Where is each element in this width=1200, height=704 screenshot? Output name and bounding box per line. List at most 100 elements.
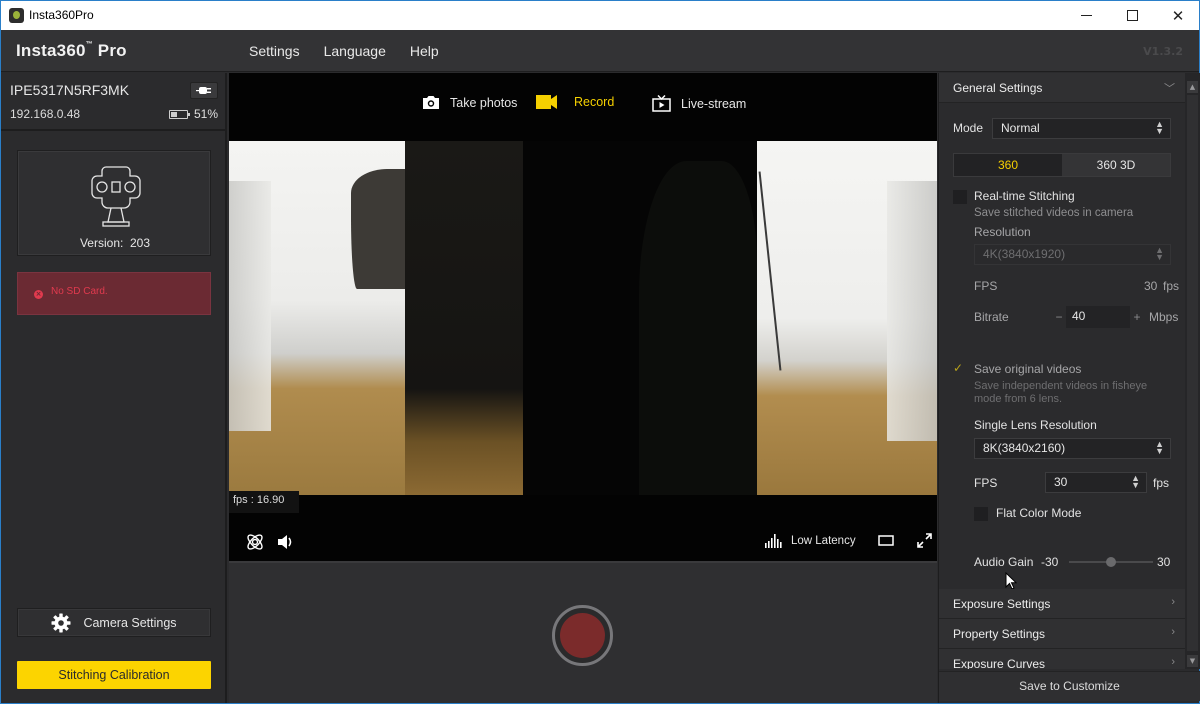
speaker-icon [278, 535, 292, 549]
settings-scrollbar[interactable]: ▲ ▼ [1185, 73, 1200, 669]
scrollbar-thumb[interactable] [1187, 95, 1198, 651]
app-version: V1.3.2 [1143, 45, 1183, 58]
flat-color-checkbox[interactable] [974, 507, 988, 521]
fps-value: 30 [1144, 279, 1158, 293]
sd-card-alert-text: No SD Card. [51, 286, 108, 297]
bitrate-input[interactable]: 40 [1066, 306, 1130, 328]
bitrate-decrement-button[interactable]: − [1052, 310, 1066, 324]
fps-readout: fps : 16.90 [229, 491, 299, 513]
audio-gain-slider-handle[interactable] [1106, 557, 1116, 567]
device-sidebar: IPE5317N5RF3MK 192.168.0.48 51% Version:… [1, 73, 227, 703]
video-mid-segment [405, 141, 523, 495]
resolution-value: 4K(3840x1920) [983, 247, 1066, 261]
close-button[interactable]: ✕ [1155, 1, 1200, 30]
preview-controls-left [245, 532, 295, 552]
save-original-label: Save original videos [974, 362, 1082, 376]
fps-label: FPS [974, 279, 998, 293]
disconnect-button[interactable] [190, 82, 218, 99]
exposure-settings-header[interactable]: Exposure Settings › [939, 589, 1185, 619]
single-lens-resolution-select[interactable]: 8K(3840x2160) ▲ ▼ [974, 438, 1171, 459]
chevron-right-icon: › [1171, 626, 1175, 638]
video-figure-shape [639, 161, 757, 495]
stitching-calibration-button[interactable]: Stitching Calibration [17, 661, 211, 689]
fullscreen-button[interactable] [916, 532, 933, 549]
save-original-desc-2: mode from 6 lens. [974, 393, 1063, 405]
low-latency-toggle[interactable] [765, 533, 783, 548]
lens-fps-select[interactable]: 30 ▲ ▼ [1045, 472, 1147, 493]
maximize-icon [1126, 10, 1138, 21]
preview-area: Take photos Record Live-stream fps: 16.… [229, 73, 937, 703]
rectangle-icon [877, 535, 894, 546]
mode-select[interactable]: Normal ▲ ▼ [992, 118, 1171, 139]
signal-bars-icon [765, 533, 782, 548]
gyro-stabilization-button[interactable] [245, 532, 265, 552]
audio-gain-slider[interactable] [1069, 557, 1153, 567]
camera-settings-label: Camera Settings [83, 615, 177, 630]
projection-toggle: 360 360 3D [953, 153, 1171, 177]
single-lens-resolution-value: 8K(3840x2160) [983, 441, 1066, 455]
spinner-arrows-icon: ▲ ▼ [1155, 439, 1164, 456]
tab-live-stream-label: Live-stream [681, 96, 747, 111]
menu-language[interactable]: Language [324, 43, 386, 59]
save-original-desc-1: Save independent videos in fisheye [974, 380, 1148, 392]
error-icon: × [34, 290, 43, 299]
tab-take-photos-label: Take photos [450, 95, 518, 110]
chevron-down-icon: ﹀ [1164, 83, 1175, 95]
aspect-ratio-button[interactable] [877, 535, 894, 546]
menu-help[interactable]: Help [410, 43, 439, 59]
mouse-cursor-icon [1005, 572, 1017, 590]
property-settings-header[interactable]: Property Settings › [939, 619, 1185, 649]
tab-record-label: Record [574, 95, 615, 109]
save-original-checkbox[interactable]: ✓ [953, 361, 963, 375]
camera-icon [423, 96, 439, 109]
live-preview: Take photos Record Live-stream fps: 16.… [229, 73, 937, 561]
scroll-up-arrow-icon[interactable]: ▲ [1187, 81, 1198, 93]
tab-record[interactable]: Record [536, 95, 614, 109]
audio-gain-label: Audio Gain [974, 555, 1034, 569]
chevron-right-icon: › [1171, 596, 1175, 608]
mode-label: Mode [953, 121, 984, 135]
bitrate-increment-button[interactable]: + [1130, 310, 1144, 324]
minimize-button[interactable] [1063, 1, 1109, 30]
realtime-stitching-checkbox[interactable] [953, 190, 967, 204]
bitrate-unit: Mbps [1149, 310, 1179, 324]
tv-icon [652, 95, 671, 112]
record-button[interactable] [552, 605, 613, 666]
device-serial: IPE5317N5RF3MK [10, 82, 130, 98]
brand-name: Insta360 [16, 41, 86, 60]
tab-live-stream[interactable]: Live-stream [652, 95, 746, 112]
camera-settings-button[interactable]: Camera Settings [17, 608, 211, 637]
settings-panel: General Settings ﹀ Mode Normal ▲ ▼ 360 36… [938, 73, 1200, 703]
general-settings-header[interactable]: General Settings ﹀ [939, 73, 1185, 103]
video-feed [229, 141, 937, 495]
fps-unit: fps [1163, 279, 1180, 293]
spinner-arrows-icon: ▲ ▼ [1155, 119, 1164, 136]
gear-icon [51, 613, 71, 632]
scroll-down-arrow-icon[interactable]: ▼ [1187, 655, 1198, 667]
tab-take-photos[interactable]: Take photos [422, 95, 517, 110]
settings-scroll-area: General Settings ﹀ Mode Normal ▲ ▼ 360 36… [939, 73, 1185, 669]
preview-controls-right: Low Latency [765, 532, 933, 549]
menu-settings[interactable]: Settings [249, 43, 300, 59]
plug-icon [196, 87, 211, 94]
exposure-curves-title: Exposure Curves [953, 657, 1046, 669]
exposure-curves-header[interactable]: Exposure Curves › [939, 649, 1185, 669]
segment-360-3d[interactable]: 360 3D [1062, 154, 1170, 176]
segment-360[interactable]: 360 [954, 154, 1062, 176]
brand-suffix: Pro [92, 41, 127, 60]
save-to-customize-button[interactable]: Save to Customize [939, 671, 1200, 701]
spinner-arrows-icon: ▲ ▼ [1155, 245, 1164, 262]
lens-fps-label: FPS [974, 476, 998, 490]
low-latency-label[interactable]: Low Latency [791, 535, 856, 547]
realtime-stitching-label: Real-time Stitching [974, 189, 1075, 203]
single-lens-resolution-label: Single Lens Resolution [974, 418, 1097, 432]
version-label: Version: [79, 236, 124, 250]
expand-icon [916, 533, 932, 548]
audio-gain-max: 30 [1157, 555, 1171, 569]
maximize-button[interactable] [1109, 1, 1155, 30]
audio-button[interactable] [277, 532, 295, 552]
record-controls [229, 561, 937, 703]
app-window: Insta360Pro ✕ Insta360™ Pro Settings Lan… [0, 0, 1200, 704]
resolution-select[interactable]: 4K(3840x1920) ▲ ▼ [974, 244, 1171, 265]
title-bar: Insta360Pro ✕ [1, 1, 1199, 30]
